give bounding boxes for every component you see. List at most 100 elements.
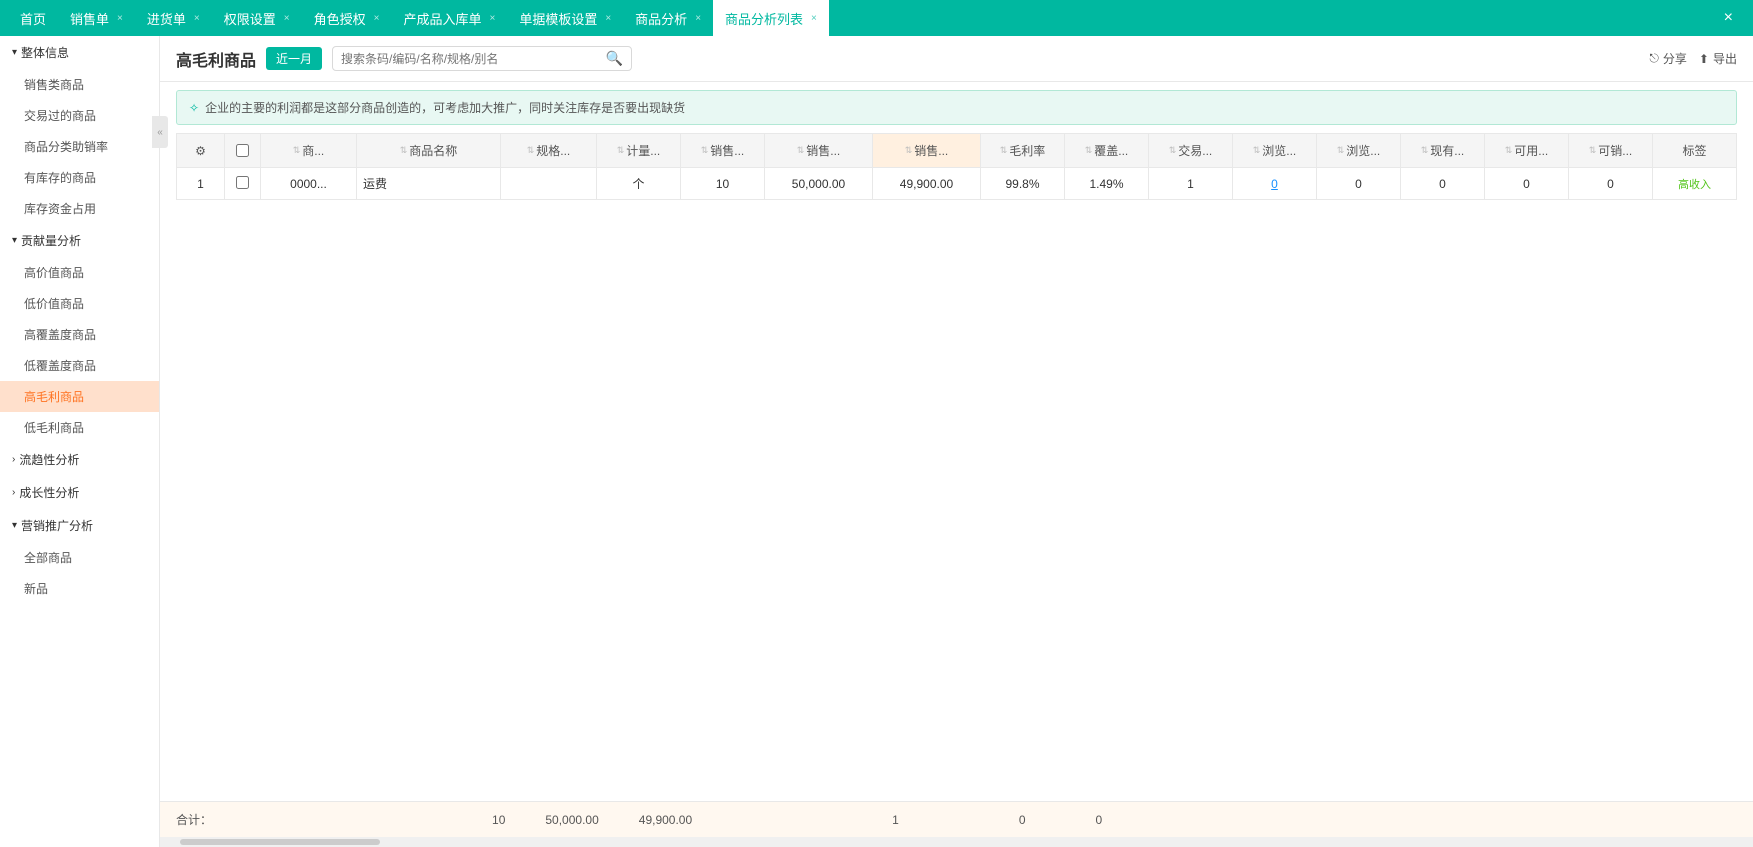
export-button[interactable]: ⬆ 导出 — [1699, 50, 1737, 67]
table-footer: 合计： 10 50,000.00 49,900.00 1 0 0 — [160, 801, 1753, 837]
sidebar-item-high-coverage[interactable]: 高覆盖度商品 — [0, 319, 159, 350]
close-icon[interactable]: × — [117, 13, 123, 24]
col-header-checkbox[interactable] — [225, 134, 261, 168]
nav-sales[interactable]: 销售单 × — [58, 0, 135, 36]
search-box: 🔍 — [332, 46, 632, 71]
footer-sale-qty: 10 — [492, 813, 505, 827]
cell-stock1: 0 — [1401, 168, 1485, 200]
col-header-tag[interactable]: 标签 — [1653, 134, 1737, 168]
footer-trade: 1 — [892, 813, 899, 827]
cell-unit: 个 — [597, 168, 681, 200]
footer-label: 合计： — [176, 811, 212, 828]
cell-stock3: 0 — [1569, 168, 1653, 200]
nav-permission[interactable]: 权限设置 × — [212, 0, 302, 36]
footer-stock1: 0 — [1019, 813, 1026, 827]
sidebar-item-low-value[interactable]: 低价值商品 — [0, 288, 159, 319]
cell-coverage: 1.49% — [1065, 168, 1149, 200]
nav-role[interactable]: 角色授权 × — [302, 0, 392, 36]
col-header-browse1[interactable]: ⇅浏览... — [1233, 134, 1317, 168]
close-icon[interactable]: × — [489, 13, 495, 24]
sidebar-item-stock-capital[interactable]: 库存资金占用 — [0, 193, 159, 224]
period-button[interactable]: 近一月 — [266, 47, 322, 70]
cell-sale-amount: 50,000.00 — [765, 168, 873, 200]
sidebar-item-new-goods[interactable]: 新品 — [0, 573, 159, 604]
cell-trade: 1 — [1149, 168, 1233, 200]
cell-tag: 高收入 — [1653, 168, 1737, 200]
nav-close-button[interactable]: × — [1712, 9, 1745, 27]
export-icon: ⬆ — [1699, 52, 1709, 66]
sidebar-group-trend[interactable]: › 流趋性分析 — [0, 443, 159, 476]
sidebar-item-all-goods[interactable]: 全部商品 — [0, 542, 159, 573]
col-header-stock3[interactable]: ⇅可销... — [1569, 134, 1653, 168]
col-header-sale-amount[interactable]: ⇅销售... — [765, 134, 873, 168]
chevron-down-icon: ▾ — [12, 520, 17, 531]
sidebar-item-sales-goods[interactable]: 销售类商品 — [0, 69, 159, 100]
close-icon[interactable]: × — [605, 13, 611, 24]
cell-sale-cost: 49,900.00 — [873, 168, 981, 200]
cell-check[interactable] — [225, 168, 261, 200]
data-table: ⚙ ⇅商... ⇅商品名称 ⇅规格... — [176, 133, 1737, 200]
cell-browse1[interactable]: 0 — [1233, 168, 1317, 200]
nav-template[interactable]: 单据模板设置 × — [507, 0, 623, 36]
col-header-browse2[interactable]: ⇅浏览... — [1317, 134, 1401, 168]
nav-purchase[interactable]: 进货单 × — [135, 0, 212, 36]
cell-sale-qty: 10 — [681, 168, 765, 200]
footer-sale-cost: 49,900.00 — [639, 813, 692, 827]
sidebar-group-growth[interactable]: › 成长性分析 — [0, 476, 159, 509]
sidebar-item-high-value[interactable]: 高价值商品 — [0, 257, 159, 288]
close-icon[interactable]: × — [695, 13, 701, 24]
select-all-checkbox[interactable] — [236, 144, 249, 157]
chevron-right-icon: › — [12, 454, 15, 465]
scrollbar-thumb[interactable] — [180, 839, 380, 845]
sidebar-item-high-margin[interactable]: 高毛利商品 — [0, 381, 159, 412]
info-icon: ✧ — [189, 101, 199, 115]
cell-spec — [501, 168, 597, 200]
col-header-unit[interactable]: ⇅计量... — [597, 134, 681, 168]
col-header-stock1[interactable]: ⇅现有... — [1401, 134, 1485, 168]
search-icon[interactable]: 🔍 — [606, 50, 623, 67]
sidebar-item-in-stock[interactable]: 有库存的商品 — [0, 162, 159, 193]
table-row: 1 0000... 运费 个 10 50,000.00 49,900.00 99… — [177, 168, 1737, 200]
close-icon[interactable]: × — [374, 13, 380, 24]
sidebar-item-low-coverage[interactable]: 低覆盖度商品 — [0, 350, 159, 381]
sidebar-group-marketing[interactable]: ▾ 营销推广分析 — [0, 509, 159, 542]
cell-browse2: 0 — [1317, 168, 1401, 200]
col-header-gross-rate[interactable]: ⇅毛利率 — [981, 134, 1065, 168]
col-header-stock2[interactable]: ⇅可用... — [1485, 134, 1569, 168]
footer-stock2: 0 — [1096, 813, 1103, 827]
nav-inbound[interactable]: 产成品入库单 × — [391, 0, 507, 36]
header-actions: ⎋ 分享 ⬆ 导出 — [1649, 50, 1737, 67]
content-area: 高毛利商品 近一月 🔍 ⎋ 分享 ⬆ 导出 ✧ 企业的主要的利润都是这部分商品创… — [160, 36, 1753, 847]
close-icon[interactable]: × — [284, 13, 290, 24]
col-header-name[interactable]: ⇅商品名称 — [357, 134, 501, 168]
search-input[interactable] — [341, 52, 606, 66]
share-button[interactable]: ⎋ 分享 — [1649, 50, 1687, 67]
sidebar-toggle[interactable]: « — [152, 116, 168, 148]
sidebar-item-category-rate[interactable]: 商品分类助销率 — [0, 131, 159, 162]
sidebar-item-low-margin[interactable]: 低毛利商品 — [0, 412, 159, 443]
content-header: 高毛利商品 近一月 🔍 ⎋ 分享 ⬆ 导出 — [160, 36, 1753, 82]
row-checkbox[interactable] — [236, 176, 249, 189]
col-header-trade[interactable]: ⇅交易... — [1149, 134, 1233, 168]
nav-analysis-list[interactable]: 商品分析列表 × — [713, 0, 829, 36]
horizontal-scrollbar[interactable] — [160, 837, 1753, 847]
close-icon[interactable]: × — [811, 13, 817, 24]
col-header-code[interactable]: ⇅商... — [261, 134, 357, 168]
table-wrapper[interactable]: ⚙ ⇅商... ⇅商品名称 ⇅规格... — [160, 133, 1753, 801]
cell-stock2: 0 — [1485, 168, 1569, 200]
col-header-settings[interactable]: ⚙ — [177, 134, 225, 168]
cell-code: 0000... — [261, 168, 357, 200]
sidebar-group-contribution[interactable]: ▾ 贡献量分析 — [0, 224, 159, 257]
sidebar-group-overall[interactable]: ▾ 整体信息 — [0, 36, 159, 69]
nav-home[interactable]: 首页 — [8, 0, 58, 36]
top-nav: 首页 销售单 × 进货单 × 权限设置 × 角色授权 × 产成品入库单 × 单据… — [0, 0, 1753, 36]
nav-analysis[interactable]: 商品分析 × — [623, 0, 713, 36]
close-icon[interactable]: × — [194, 13, 200, 24]
col-header-coverage[interactable]: ⇅覆盖... — [1065, 134, 1149, 168]
col-header-spec[interactable]: ⇅规格... — [501, 134, 597, 168]
col-header-sale-cost[interactable]: ⇅销售... — [873, 134, 981, 168]
footer-sale-amount: 50,000.00 — [545, 813, 598, 827]
col-header-sale-qty[interactable]: ⇅销售... — [681, 134, 765, 168]
share-icon: ⎋ — [1649, 51, 1659, 66]
sidebar-item-traded-goods[interactable]: 交易过的商品 — [0, 100, 159, 131]
